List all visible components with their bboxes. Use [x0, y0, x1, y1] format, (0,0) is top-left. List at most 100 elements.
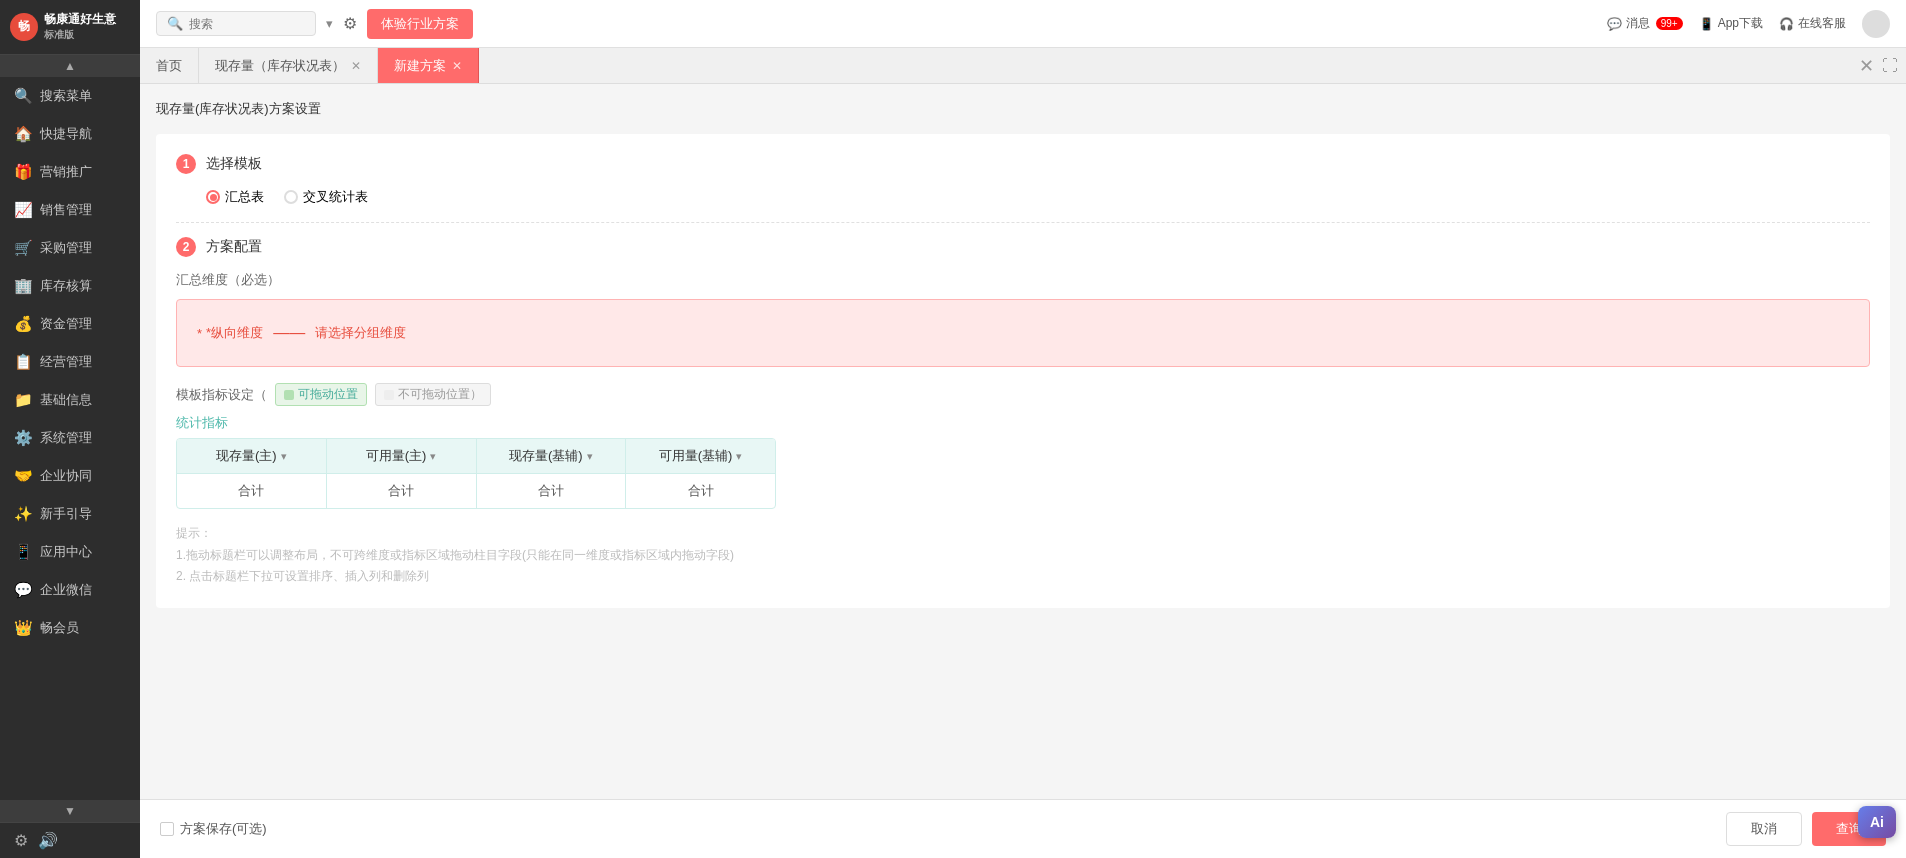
sidebar-item-membership[interactable]: 👑 畅会员 [0, 609, 140, 647]
sidebar-item-operations[interactable]: 📋 经营管理 [0, 343, 140, 381]
search-bar[interactable]: 🔍 [156, 11, 316, 36]
radio-summary-circle [206, 190, 220, 204]
stats-col-1-dropdown[interactable]: ▾ [281, 450, 287, 463]
cancel-button[interactable]: 取消 [1726, 812, 1802, 846]
sidebar-item-enterprise[interactable]: 🤝 企业协同 [0, 457, 140, 495]
gear-icon[interactable]: ⚙ [343, 14, 357, 33]
stats-col-4[interactable]: 可用量(基辅) ▾ [626, 439, 775, 473]
sidebar-item-label-system: 系统管理 [40, 429, 92, 447]
ai-badge-label: Ai [1870, 814, 1884, 830]
sidebar-bottom: ⚙ 🔊 [0, 822, 140, 858]
settings-icon[interactable]: ⚙ [14, 831, 28, 850]
messages-button[interactable]: 💬 消息 99+ [1607, 15, 1683, 32]
dimension-selector-box[interactable]: * *纵向维度 —— 请选择分组维度 [176, 299, 1870, 367]
sidebar-item-label-inventory: 库存核算 [40, 277, 92, 295]
tab-inventory-status-close[interactable]: ✕ [351, 59, 361, 73]
page-title: 现存量(库存状况表)方案设置 [156, 100, 1890, 118]
app-download-button[interactable]: 📱 App下载 [1699, 15, 1763, 32]
step2-badge: 2 [176, 237, 196, 257]
sidebar-item-basic[interactable]: 📁 基础信息 [0, 381, 140, 419]
save-checkbox[interactable] [160, 822, 174, 836]
step2-header: 2 方案配置 [176, 237, 1870, 257]
sidebar: 畅 畅康通好生意 标准版 ▲ 🔍 搜索菜单 🏠 快捷导航 🎁 营销推广 📈 销售… [0, 0, 140, 858]
tip-2: 2. 点击标题栏下拉可设置排序、插入列和删除列 [176, 567, 1870, 586]
template-radio-group: 汇总表 交叉统计表 [206, 188, 1870, 206]
system-icon: ⚙️ [14, 429, 32, 447]
sidebar-item-system[interactable]: ⚙️ 系统管理 [0, 419, 140, 457]
sidebar-item-marketing[interactable]: 🎁 营销推广 [0, 153, 140, 191]
search-bar-icon: 🔍 [167, 16, 183, 31]
radio-summary[interactable]: 汇总表 [206, 188, 264, 206]
stats-table: 现存量(主) ▾ 可用量(主) ▾ 现存量(基辅) ▾ 可用量(基辅) ▾ [176, 438, 776, 509]
tab-new-scheme[interactable]: 新建方案 ✕ [378, 48, 479, 83]
dimension-required-marker: * [197, 326, 202, 341]
draggable-badge: 可拖动位置 [275, 383, 367, 406]
dropdown-arrow-icon[interactable]: ▾ [326, 16, 333, 31]
sidebar-item-wechat[interactable]: 💬 企业微信 [0, 571, 140, 609]
sidebar-item-quicknav[interactable]: 🏠 快捷导航 [0, 115, 140, 153]
sidebar-item-search[interactable]: 🔍 搜索菜单 [0, 77, 140, 115]
search-input[interactable] [189, 17, 289, 31]
online-service-label: 在线客服 [1798, 15, 1846, 32]
tab-home[interactable]: 首页 [140, 48, 199, 83]
gift-icon: 🎁 [14, 163, 32, 181]
divider-1 [176, 222, 1870, 223]
radio-summary-label: 汇总表 [225, 188, 264, 206]
sidebar-item-inventory[interactable]: 🏢 库存核算 [0, 267, 140, 305]
sidebar-item-purchase[interactable]: 🛒 采购管理 [0, 229, 140, 267]
stats-table-row-1: 合计 合计 合计 合计 [177, 473, 775, 508]
sidebar-item-label-basic: 基础信息 [40, 391, 92, 409]
radio-cross[interactable]: 交叉统计表 [284, 188, 368, 206]
radio-cross-circle [284, 190, 298, 204]
user-avatar[interactable] [1862, 10, 1890, 38]
app-version: 标准版 [44, 28, 116, 42]
summary-dimension-label: 汇总维度（必选） [176, 271, 1870, 289]
stats-col-2-dropdown[interactable]: ▾ [430, 450, 436, 463]
step1-header: 1 选择模板 [176, 154, 1870, 174]
sidebar-item-newguide[interactable]: ✨ 新手引导 [0, 495, 140, 533]
appcenter-icon: 📱 [14, 543, 32, 561]
expand-panel-icon[interactable]: ⛶ [1882, 57, 1898, 75]
dimension-row-label: *纵向维度 [206, 324, 263, 342]
tab-home-label: 首页 [156, 57, 182, 75]
close-panel-icon[interactable]: ✕ [1859, 55, 1874, 77]
tab-inventory-status[interactable]: 现存量（库存状况表） ✕ [199, 48, 378, 83]
tab-new-scheme-close[interactable]: ✕ [452, 59, 462, 73]
speaker-icon[interactable]: 🔊 [38, 831, 58, 850]
sidebar-item-sales[interactable]: 📈 销售管理 [0, 191, 140, 229]
stats-col-3[interactable]: 现存量(基辅) ▾ [477, 439, 627, 473]
dimension-placeholder: 请选择分组维度 [315, 324, 406, 342]
topbar: 🔍 ▾ ⚙ 体验行业方案 💬 消息 99+ 📱 App下载 🎧 在线客服 [140, 0, 1906, 48]
stats-col-1[interactable]: 现存量(主) ▾ [177, 439, 327, 473]
stats-col-4-dropdown[interactable]: ▾ [736, 450, 742, 463]
sidebar-item-appcenter[interactable]: 📱 应用中心 [0, 533, 140, 571]
config-section: 1 选择模板 汇总表 交叉统计表 2 方案配置 汇总维度（必选） [156, 134, 1890, 608]
indicator-label: 模板指标设定（ 可拖动位置 不可拖动位置） [176, 383, 1870, 406]
topbar-right: 💬 消息 99+ 📱 App下载 🎧 在线客服 [1607, 10, 1890, 38]
stats-col-1-label: 现存量(主) [216, 447, 277, 465]
content-area: 现存量(库存状况表)方案设置 1 选择模板 汇总表 交叉统计表 2 [140, 84, 1906, 799]
stats-cell-1-3: 合计 [477, 474, 627, 508]
sidebar-item-label-operations: 经营管理 [40, 353, 92, 371]
step1-badge: 1 [176, 154, 196, 174]
online-service-button[interactable]: 🎧 在线客服 [1779, 15, 1846, 32]
trial-button[interactable]: 体验行业方案 [367, 9, 473, 39]
sidebar-item-label-sales: 销售管理 [40, 201, 92, 219]
headset-icon: 🎧 [1779, 17, 1794, 31]
sidebar-scroll-down[interactable]: ▼ [0, 800, 140, 822]
stats-cell-1-1: 合计 [177, 474, 327, 508]
stats-col-2[interactable]: 可用量(主) ▾ [327, 439, 477, 473]
stats-col-4-label: 可用量(基辅) [659, 447, 733, 465]
stats-cell-1-2: 合计 [327, 474, 477, 508]
sidebar-item-label-search: 搜索菜单 [40, 87, 92, 105]
dimension-arrow: —— [273, 324, 305, 342]
finance-icon: 💰 [14, 315, 32, 333]
step1-title: 选择模板 [206, 155, 262, 173]
ai-badge[interactable]: Ai [1858, 806, 1896, 838]
home-icon: 🏠 [14, 125, 32, 143]
sidebar-scroll-up[interactable]: ▲ [0, 55, 140, 77]
save-checkbox-row: 方案保存(可选) [160, 820, 267, 838]
sidebar-item-finance[interactable]: 💰 资金管理 [0, 305, 140, 343]
membership-icon: 👑 [14, 619, 32, 637]
stats-col-3-dropdown[interactable]: ▾ [587, 450, 593, 463]
